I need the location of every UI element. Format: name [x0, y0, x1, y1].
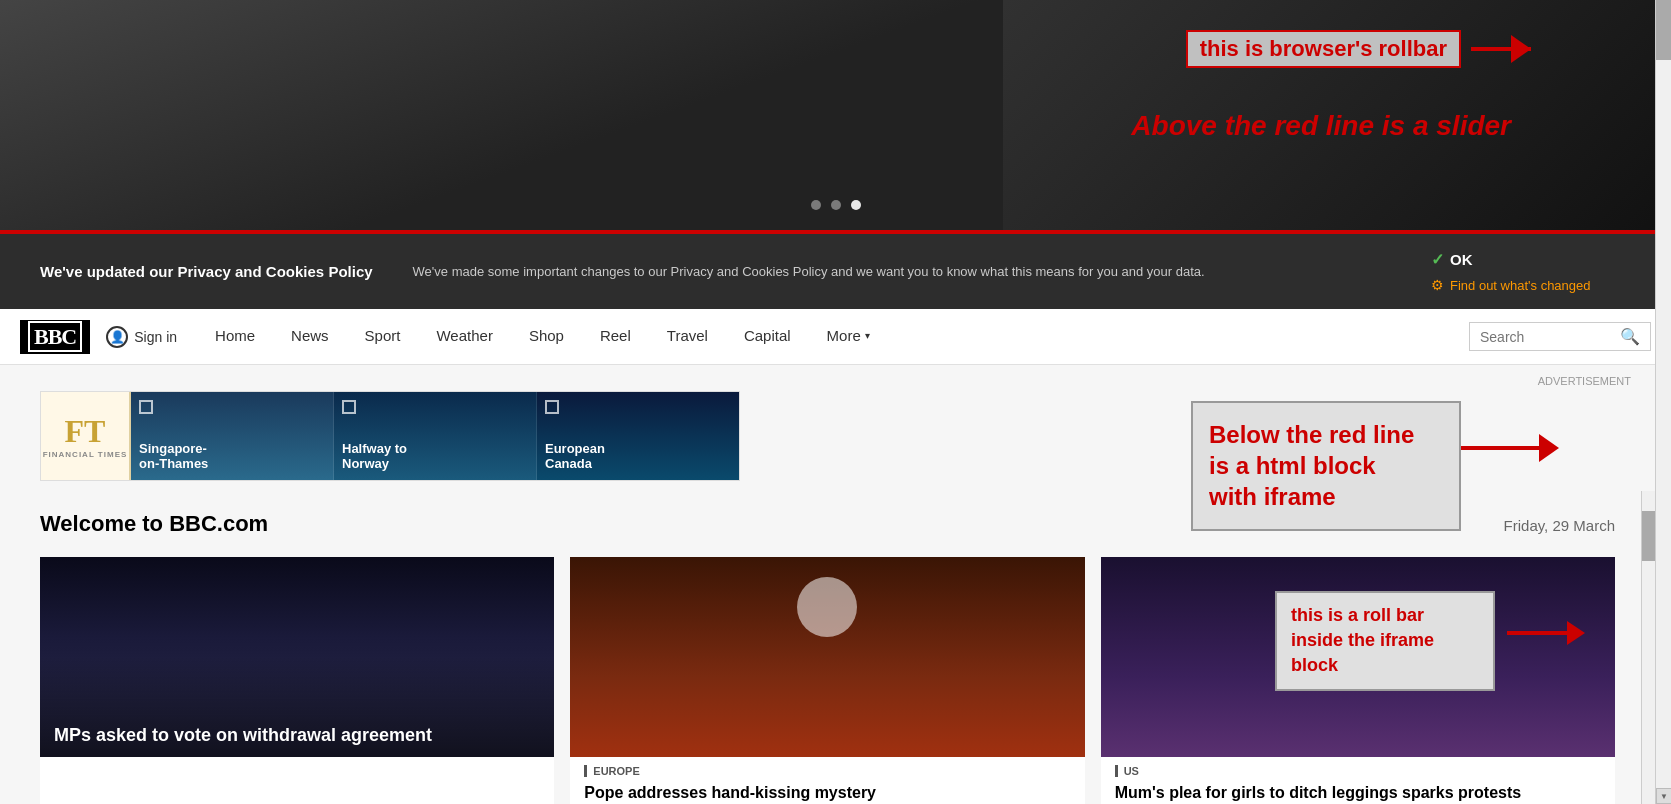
ad-item-3[interactable]: EuropeanCanada	[537, 392, 739, 480]
nav-more-label: More	[827, 327, 861, 344]
ad-checkbox-2	[342, 400, 356, 414]
slider-dots	[811, 200, 861, 210]
cookie-title: We've updated our Privacy and Cookies Po…	[40, 263, 373, 280]
above-red-annotation: Above the red line is a slider	[1131, 110, 1511, 142]
slider-dot-2[interactable]	[831, 200, 841, 210]
nav-link-news[interactable]: News	[273, 309, 347, 365]
main-content-area: ADVERTISEMENT FT FINANCIAL TIMES Singapo…	[0, 365, 1671, 804]
nav-link-weather[interactable]: Weather	[418, 309, 510, 365]
search-input[interactable]	[1480, 329, 1620, 345]
ft-logo: FT FINANCIAL TIMES	[41, 392, 131, 480]
iframe-scrollbar-thumb[interactable]	[1642, 511, 1656, 561]
cookie-ok-label: OK	[1450, 251, 1473, 268]
news-card-pope-image	[570, 557, 1084, 757]
mums-card-title: Mum's plea for girls to ditch leggings s…	[1115, 783, 1601, 804]
nav-links: Home News Sport Weather Shop Reel Travel…	[197, 309, 1469, 365]
news-card-politics-image: MPs asked to vote on withdrawal agreemen…	[40, 557, 554, 757]
bbc-logo-text: BBC	[28, 321, 82, 352]
scrollbar-down-btn[interactable]: ▼	[1656, 788, 1671, 804]
slider-dot-1[interactable]	[811, 200, 821, 210]
below-red-annotation-text: Below the red line is a html block with …	[1209, 419, 1443, 513]
ad-banner[interactable]: FT FINANCIAL TIMES Singapore-on-Thames H…	[40, 391, 740, 481]
mums-card-body: US Mum's plea for girls to ditch legging…	[1101, 757, 1615, 804]
rollbar-annotation: this is browser's rollbar	[1186, 30, 1531, 68]
below-annotation-arrow	[1461, 446, 1541, 450]
ad-checkbox-1	[139, 400, 153, 414]
nav-link-shop[interactable]: Shop	[511, 309, 582, 365]
cookie-ok-button[interactable]: ✓ OK	[1431, 250, 1473, 269]
ad-checkbox-3	[545, 400, 559, 414]
slider-bg	[0, 0, 1003, 230]
cookie-find-out-link[interactable]: ⚙ Find out what's changed	[1431, 277, 1591, 293]
nav-link-reel[interactable]: Reel	[582, 309, 649, 365]
red-separator-line	[0, 230, 1671, 234]
news-card-pope[interactable]: EUROPE Pope addresses hand-kissing myste…	[570, 557, 1084, 804]
ft-logo-text: FT	[65, 413, 106, 450]
welcome-date: Friday, 29 March	[1504, 517, 1615, 534]
hero-slider: this is browser's rollbar Above the red …	[0, 0, 1671, 230]
browser-scrollbar[interactable]: ▲ ▼	[1655, 0, 1671, 804]
nav-link-more[interactable]: More ▾	[809, 309, 888, 365]
pope-card-title: Pope addresses hand-kissing mystery	[584, 783, 1070, 804]
ad-item-text-2: Halfway toNorway	[342, 441, 407, 472]
ad-item-1[interactable]: Singapore-on-Thames	[131, 392, 334, 480]
user-icon: 👤	[106, 326, 128, 348]
cookie-notice-bar: We've updated our Privacy and Cookies Po…	[0, 234, 1671, 309]
chevron-down-icon: ▾	[865, 330, 870, 341]
bbc-logo[interactable]: BBC	[20, 320, 90, 354]
bbc-navbar: BBC 👤 Sign in Home News Sport Weather Sh…	[0, 309, 1671, 365]
ft-sub-text: FINANCIAL TIMES	[43, 450, 128, 459]
ad-item-text-1: Singapore-on-Thames	[139, 441, 208, 472]
sign-in-label: Sign in	[134, 329, 177, 345]
nav-link-capital[interactable]: Capital	[726, 309, 809, 365]
mums-card-category: US	[1115, 765, 1601, 777]
gear-icon: ⚙	[1431, 277, 1444, 293]
cookie-actions: ✓ OK ⚙ Find out what's changed	[1431, 250, 1631, 293]
iframe-scrollbar-track[interactable]	[1641, 491, 1655, 804]
search-icon[interactable]: 🔍	[1620, 327, 1640, 346]
sign-in-button[interactable]: 👤 Sign in	[106, 326, 177, 348]
nav-link-travel[interactable]: Travel	[649, 309, 726, 365]
nav-link-sport[interactable]: Sport	[347, 309, 419, 365]
iframe-scrollbar-arrow	[1507, 631, 1567, 635]
scrollbar-thumb[interactable]	[1656, 0, 1671, 60]
welcome-title: Welcome to BBC.com	[40, 511, 268, 537]
slider-dot-3[interactable]	[851, 200, 861, 210]
advertisement-section: ADVERTISEMENT FT FINANCIAL TIMES Singapo…	[0, 365, 1671, 491]
pope-card-category: EUROPE	[584, 765, 1070, 777]
ad-items-container: Singapore-on-Thames Halfway toNorway Eur…	[131, 392, 739, 480]
rollbar-annotation-text: this is browser's rollbar	[1186, 30, 1461, 68]
pope-card-body: EUROPE Pope addresses hand-kissing myste…	[570, 757, 1084, 804]
checkmark-icon: ✓	[1431, 250, 1444, 269]
below-red-annotation-block: Below the red line is a html block with …	[1191, 401, 1461, 531]
nav-link-home[interactable]: Home	[197, 309, 273, 365]
news-card-politics[interactable]: MPs asked to vote on withdrawal agreemen…	[40, 557, 554, 804]
ad-item-text-3: EuropeanCanada	[545, 441, 605, 472]
ad-item-2[interactable]: Halfway toNorway	[334, 392, 537, 480]
rollbar-arrow-icon	[1471, 34, 1531, 64]
ad-label: ADVERTISEMENT	[40, 375, 1631, 387]
search-box[interactable]: 🔍	[1469, 322, 1651, 351]
politics-card-title: MPs asked to vote on withdrawal agreemen…	[54, 725, 540, 747]
cookie-find-out-label: Find out what's changed	[1450, 278, 1591, 293]
iframe-scrollbar-annotation: this is a roll bar inside the iframe blo…	[1275, 591, 1495, 691]
content-with-iframe-scrollbar: Welcome to BBC.com Friday, 29 March MPs …	[0, 491, 1655, 804]
cookie-body-text: We've made some important changes to our…	[413, 264, 1391, 279]
iframe-scrollbar-text: this is a roll bar inside the iframe blo…	[1291, 603, 1479, 679]
